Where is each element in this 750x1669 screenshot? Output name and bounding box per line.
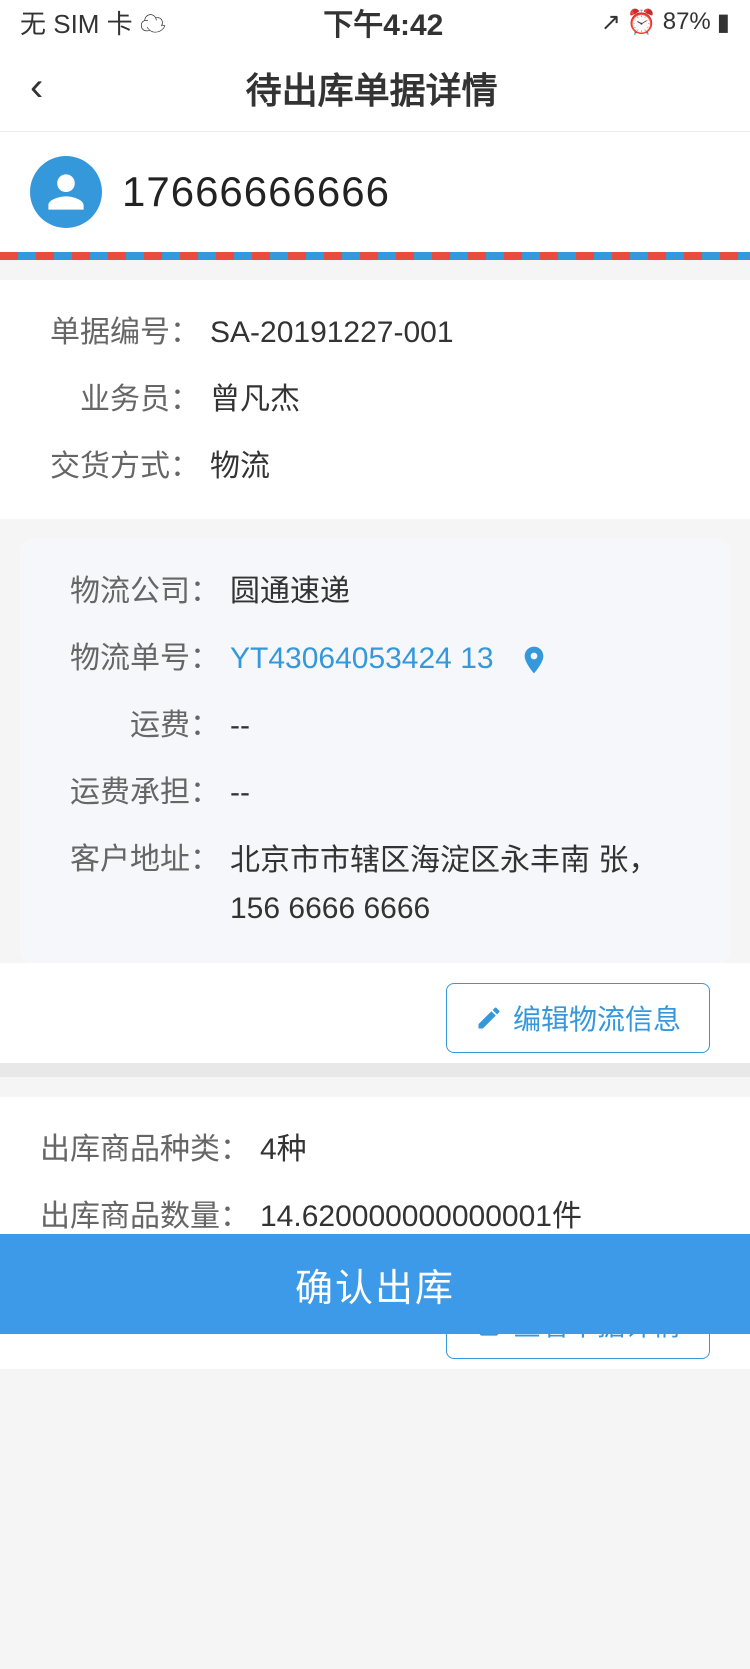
freight-bearer-row: 运费承担： -- <box>60 770 690 815</box>
edit-logistics-button[interactable]: 编辑物流信息 <box>446 983 710 1053</box>
confirm-outbound-label: 确认出库 <box>295 1257 455 1312</box>
salesman-row: 业务员： 曾凡杰 <box>40 377 710 422</box>
salesman-value: 曾凡杰 <box>210 377 710 422</box>
edit-logistics-btn-row: 编辑物流信息 <box>0 963 750 1063</box>
delivery-method-row: 交货方式： 物流 <box>40 444 710 489</box>
document-no-value: SA-20191227-001 <box>210 310 710 355</box>
document-no-label: 单据编号： <box>40 310 200 355</box>
category-row: 出库商品种类： 4种 <box>40 1127 710 1172</box>
logistics-company-label: 物流公司： <box>60 569 220 614</box>
status-right: ↗ ⏰ 87% ▮ <box>601 8 730 37</box>
user-phone: 17666666666 <box>122 168 390 216</box>
basic-info-section: 单据编号： SA-20191227-001 业务员： 曾凡杰 交货方式： 物流 <box>0 280 750 519</box>
nav-bar: ‹ 待出库单据详情 <box>0 44 750 132</box>
logistics-company-value: 圆通速递 <box>230 569 690 614</box>
alarm-icon: ⏰ <box>627 8 657 37</box>
category-label: 出库商品种类： <box>40 1127 250 1172</box>
delivery-method-label: 交货方式： <box>40 444 200 489</box>
sim-status: 无 SIM 卡 ☁ <box>20 4 166 41</box>
user-header: 17666666666 <box>0 132 750 252</box>
back-button[interactable]: ‹ <box>30 65 43 110</box>
tracking-no-row: 物流单号： YT43064053424 13 <box>60 636 690 681</box>
tracking-no-label: 物流单号： <box>60 636 220 681</box>
page-title: 待出库单据详情 <box>63 62 680 114</box>
status-bar: 无 SIM 卡 ☁ 下午4:42 ↗ ⏰ 87% ▮ <box>0 0 750 44</box>
address-row: 客户地址： 北京市市辖区海淀区永丰南 张，156 6666 6666 <box>60 837 690 933</box>
freight-bearer-value: -- <box>230 770 690 815</box>
map-pin-icon[interactable] <box>518 644 550 676</box>
confirm-outbound-button[interactable]: 确认出库 <box>0 1234 750 1334</box>
freight-value: -- <box>230 703 690 748</box>
edit-icon <box>475 1004 503 1032</box>
freight-bearer-label: 运费承担： <box>60 770 220 815</box>
document-no-row: 单据编号： SA-20191227-001 <box>40 310 710 355</box>
status-time: 下午4:42 <box>323 0 443 44</box>
tracking-no-value: YT43064053424 13 <box>230 636 690 681</box>
quantity-row: 出库商品数量： 14.620000000000001件 <box>40 1194 710 1239</box>
freight-label: 运费： <box>60 703 220 748</box>
status-left: 无 SIM 卡 ☁ <box>20 4 166 41</box>
dashed-divider <box>0 252 750 260</box>
empty-space <box>0 1369 750 1569</box>
edit-logistics-label: 编辑物流信息 <box>513 998 681 1038</box>
delivery-method-value: 物流 <box>210 444 710 489</box>
logistics-card: 物流公司： 圆通速递 物流单号： YT43064053424 13 运费： --… <box>20 539 730 963</box>
logistics-company-row: 物流公司： 圆通速递 <box>60 569 690 614</box>
quantity-value: 14.620000000000001件 <box>260 1194 710 1239</box>
location-icon: ↗ <box>601 8 621 37</box>
battery-icon: ▮ <box>717 8 730 37</box>
quantity-label: 出库商品数量： <box>40 1194 250 1239</box>
avatar <box>30 156 102 228</box>
person-icon <box>44 170 88 214</box>
salesman-label: 业务员： <box>40 377 200 422</box>
address-label: 客户地址： <box>60 837 220 882</box>
freight-row: 运费： -- <box>60 703 690 748</box>
battery-level: 87% <box>663 8 711 36</box>
address-value: 北京市市辖区海淀区永丰南 张，156 6666 6666 <box>230 837 690 933</box>
category-value: 4种 <box>260 1127 710 1172</box>
separator-1 <box>0 1063 750 1077</box>
